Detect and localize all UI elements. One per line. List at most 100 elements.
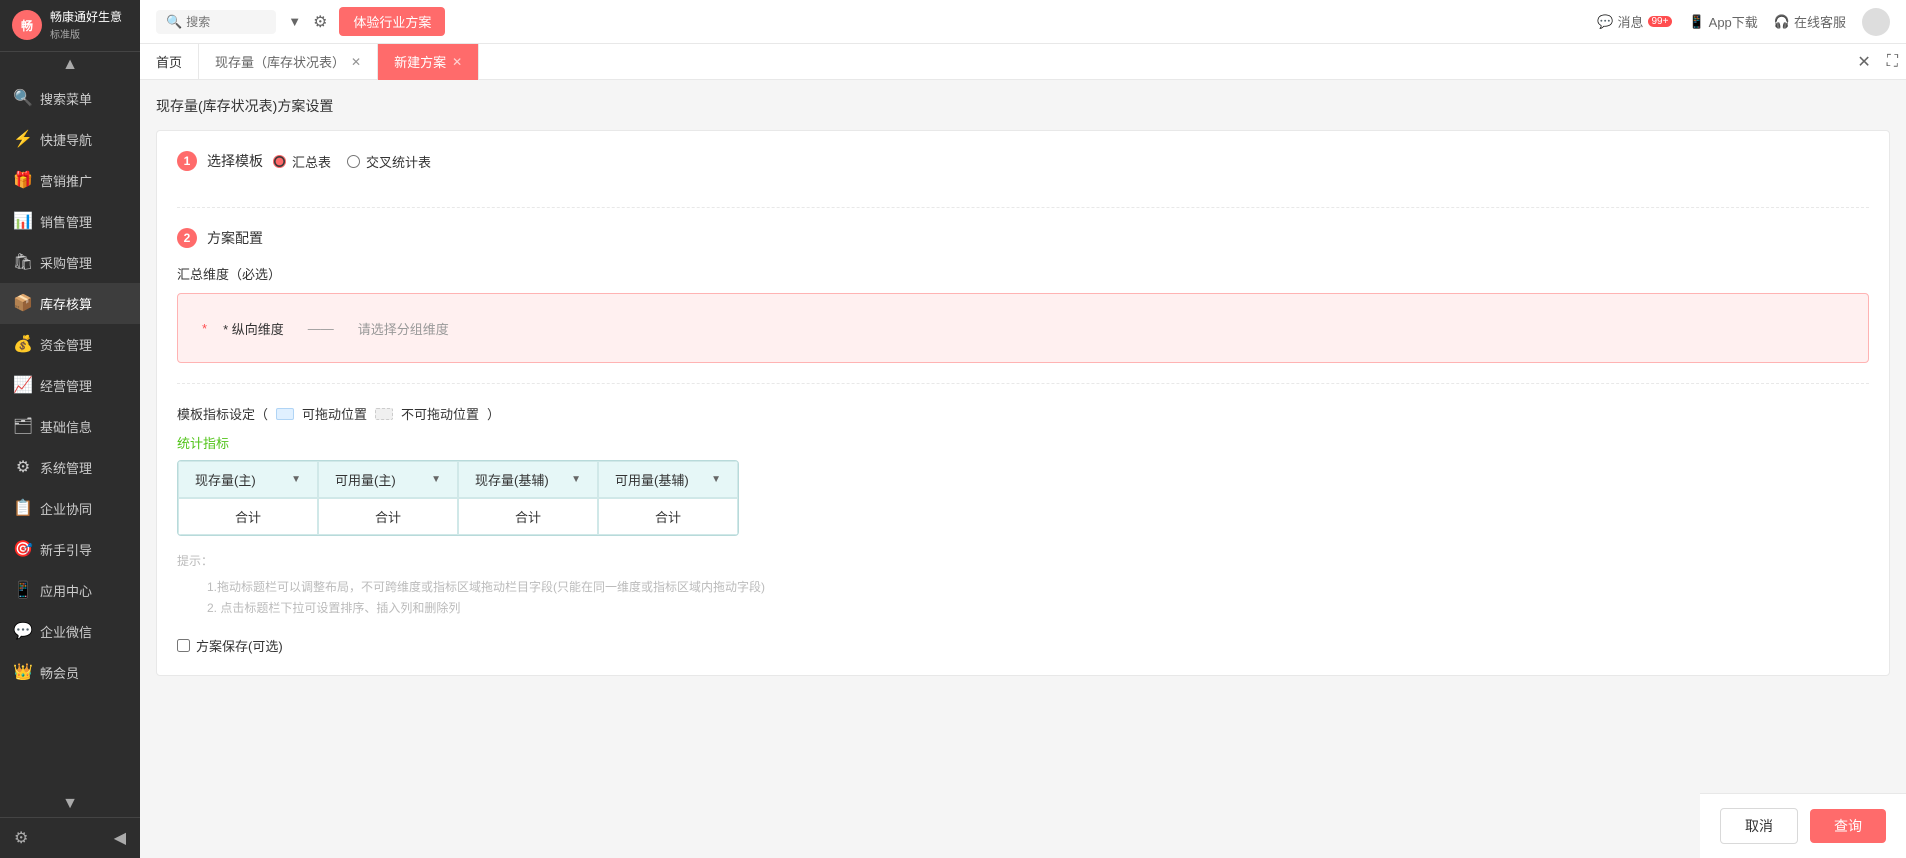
window-close-btn[interactable]: ✕ — [1849, 48, 1878, 76]
sidebar-item-search[interactable]: 🔍 搜索菜单 — [0, 78, 140, 119]
col1-header[interactable]: 现存量(主) ▼ — [178, 461, 318, 498]
new-plan-tab-label: 新建方案 — [394, 52, 446, 71]
template-summary-option[interactable]: 汇总表 — [273, 152, 331, 171]
sidebar-collapse-btn[interactable]: ◀ — [114, 828, 126, 848]
sidebar-item-operations[interactable]: 📈 经营管理 — [0, 365, 140, 406]
crosstab-label: 交叉统计表 — [366, 152, 431, 171]
sidebar-item-label: 营销推广 — [40, 171, 92, 190]
sidebar-settings-btn[interactable]: ⚙ — [14, 828, 28, 848]
sidebar-item-enterprise[interactable]: 📋 企业协同 — [0, 488, 140, 529]
app-download-icon: 📱 — [1688, 14, 1704, 30]
stats-table-data-row: 合计 合计 合计 合计 — [178, 498, 738, 535]
home-tab-label: 首页 — [156, 52, 182, 71]
content-area: 现存量(库存状况表)方案设置 1 选择模板 汇总表 交叉统计表 — [140, 80, 1906, 858]
col4-data: 合计 — [598, 498, 738, 535]
search-input[interactable] — [186, 15, 266, 29]
dimension-placeholder: 请选择分组维度 — [358, 319, 449, 338]
col3-chevron[interactable]: ▼ — [571, 474, 581, 485]
tip1-text: 1.拖动标题栏可以调整布局，不可跨维度或指标区域拖动栏目字段(只能在同一维度或指… — [177, 577, 1869, 599]
summary-radio[interactable] — [273, 155, 286, 168]
section1-number: 1 — [177, 151, 197, 171]
stats-label: 统计指标 — [177, 433, 1869, 452]
inventory-tab-close[interactable]: ✕ — [351, 55, 361, 69]
sidebar-item-app[interactable]: 📱 应用中心 — [0, 570, 140, 611]
purchase-icon: 🛍 — [14, 253, 32, 271]
sidebar-item-label: 库存核算 — [40, 294, 92, 313]
tab-home[interactable]: 首页 — [140, 44, 199, 80]
section1-header: 1 选择模板 汇总表 交叉统计表 — [177, 151, 1869, 171]
col2-data: 合计 — [318, 498, 458, 535]
message-action[interactable]: 💬 消息 99+ — [1597, 12, 1672, 31]
col1-data: 合计 — [178, 498, 318, 535]
tips-section: 提示： 1.拖动标题栏可以调整布局，不可跨维度或指标区域拖动栏目字段(只能在同一… — [177, 551, 1869, 620]
member-icon: 👑 — [14, 663, 32, 681]
vertical-dimension-label: * 纵向维度 — [223, 319, 284, 338]
sidebar-item-newbie[interactable]: 🎯 新手引导 — [0, 529, 140, 570]
tabs-bar: 首页 现存量（库存状况表） ✕ 新建方案 ✕ ✕ ⛶ — [140, 44, 1906, 80]
operations-icon: 📈 — [14, 376, 32, 394]
message-badge: 99+ — [1648, 16, 1673, 27]
brand-logo: 畅 — [12, 10, 42, 40]
crosstab-radio[interactable] — [347, 155, 360, 168]
sidebar-item-basic[interactable]: 🗂 基础信息 — [0, 406, 140, 447]
sidebar-item-member[interactable]: 👑 畅会员 — [0, 652, 140, 693]
online-support-action[interactable]: 🎧 在线客服 — [1774, 12, 1846, 31]
template-section: 1 选择模板 汇总表 交叉统计表 — [177, 151, 1869, 208]
tip2-text: 2. 点击标题栏下拉可设置排序、插入列和删除列 — [177, 598, 1869, 620]
enterprise-icon: 📋 — [14, 499, 32, 517]
save-checkbox[interactable] — [177, 639, 190, 652]
save-label: 方案保存(可选) — [196, 636, 283, 655]
newbie-icon: 🎯 — [14, 540, 32, 558]
top-header: 🔍 ▼ ⚙ 体验行业方案 💬 消息 99+ 📱 App下载 🎧 在线客服 — [140, 0, 1906, 44]
section2-header: 2 方案配置 — [177, 228, 1869, 248]
marketing-icon: 🎁 — [14, 171, 32, 189]
sidebar-item-marketing[interactable]: 🎁 营销推广 — [0, 160, 140, 201]
sidebar-scroll-down[interactable]: ▼ — [0, 791, 140, 817]
query-button[interactable]: 查询 — [1810, 809, 1886, 843]
inventory-tab-label: 现存量（库存状况表） — [215, 52, 345, 71]
header-left: 🔍 ▼ ⚙ 体验行业方案 — [156, 7, 445, 36]
sidebar-item-label: 畅会员 — [40, 663, 79, 682]
sidebar-item-finance[interactable]: 💰 资金管理 — [0, 324, 140, 365]
col2-header[interactable]: 可用量(主) ▼ — [318, 461, 458, 498]
template-crosstab-option[interactable]: 交叉统计表 — [347, 152, 431, 171]
cancel-button[interactable]: 取消 — [1720, 808, 1798, 844]
sidebar-item-wechat[interactable]: 💬 企业微信 — [0, 611, 140, 652]
tab-inventory-status[interactable]: 现存量（库存状况表） ✕ — [199, 44, 378, 80]
sidebar-item-purchase[interactable]: 🛍 采购管理 — [0, 242, 140, 283]
sidebar-item-label: 资金管理 — [40, 335, 92, 354]
sidebar-footer: ⚙ ◀ — [0, 817, 140, 858]
header-dropdown-icon[interactable]: ▼ — [288, 14, 301, 29]
sidebar-scroll-up[interactable]: ▲ — [0, 52, 140, 78]
window-expand-btn[interactable]: ⛶ — [1879, 49, 1906, 75]
app-download-action[interactable]: 📱 App下载 — [1688, 12, 1757, 31]
col4-header[interactable]: 可用量(基辅) ▼ — [598, 461, 738, 498]
section2-title: 方案配置 — [207, 228, 263, 248]
sidebar-nav: 🔍 搜索菜单 ⚡ 快捷导航 🎁 营销推广 📊 销售管理 🛍 采购管理 📦 库存核… — [0, 78, 140, 791]
col1-chevron[interactable]: ▼ — [291, 474, 301, 485]
finance-icon: 💰 — [14, 335, 32, 353]
tip-label: 提示： — [177, 551, 1869, 573]
sales-icon: 📊 — [14, 212, 32, 230]
sidebar-item-label: 应用中心 — [40, 581, 92, 600]
trial-button[interactable]: 体验行业方案 — [339, 7, 445, 36]
sidebar-item-system[interactable]: ⚙ 系统管理 — [0, 447, 140, 488]
dimension-box[interactable]: * * 纵向维度 —— 请选择分组维度 — [177, 293, 1869, 363]
col3-header[interactable]: 现存量(基辅) ▼ — [458, 461, 598, 498]
template-radio-group: 汇总表 交叉统计表 — [273, 152, 431, 171]
sidebar-item-label: 新手引导 — [40, 540, 92, 559]
new-plan-tab-close[interactable]: ✕ — [452, 55, 462, 69]
app-icon: 📱 — [14, 581, 32, 599]
user-avatar[interactable] — [1862, 8, 1890, 36]
sidebar-item-inventory[interactable]: 📦 库存核算 — [0, 283, 140, 324]
sidebar: 畅 畅康通好生意 标准版 ▲ 🔍 搜索菜单 ⚡ 快捷导航 🎁 营销推广 📊 销售… — [0, 0, 140, 858]
online-support-label: 在线客服 — [1794, 12, 1846, 31]
col2-chevron[interactable]: ▼ — [431, 474, 441, 485]
sidebar-item-shortcut[interactable]: ⚡ 快捷导航 — [0, 119, 140, 160]
col4-chevron[interactable]: ▼ — [711, 474, 721, 485]
wechat-icon: 💬 — [14, 622, 32, 640]
header-settings-btn[interactable]: ⚙ — [313, 12, 327, 32]
sidebar-item-sales[interactable]: 📊 销售管理 — [0, 201, 140, 242]
tab-new-plan[interactable]: 新建方案 ✕ — [378, 44, 479, 80]
inventory-icon: 📦 — [14, 294, 32, 312]
